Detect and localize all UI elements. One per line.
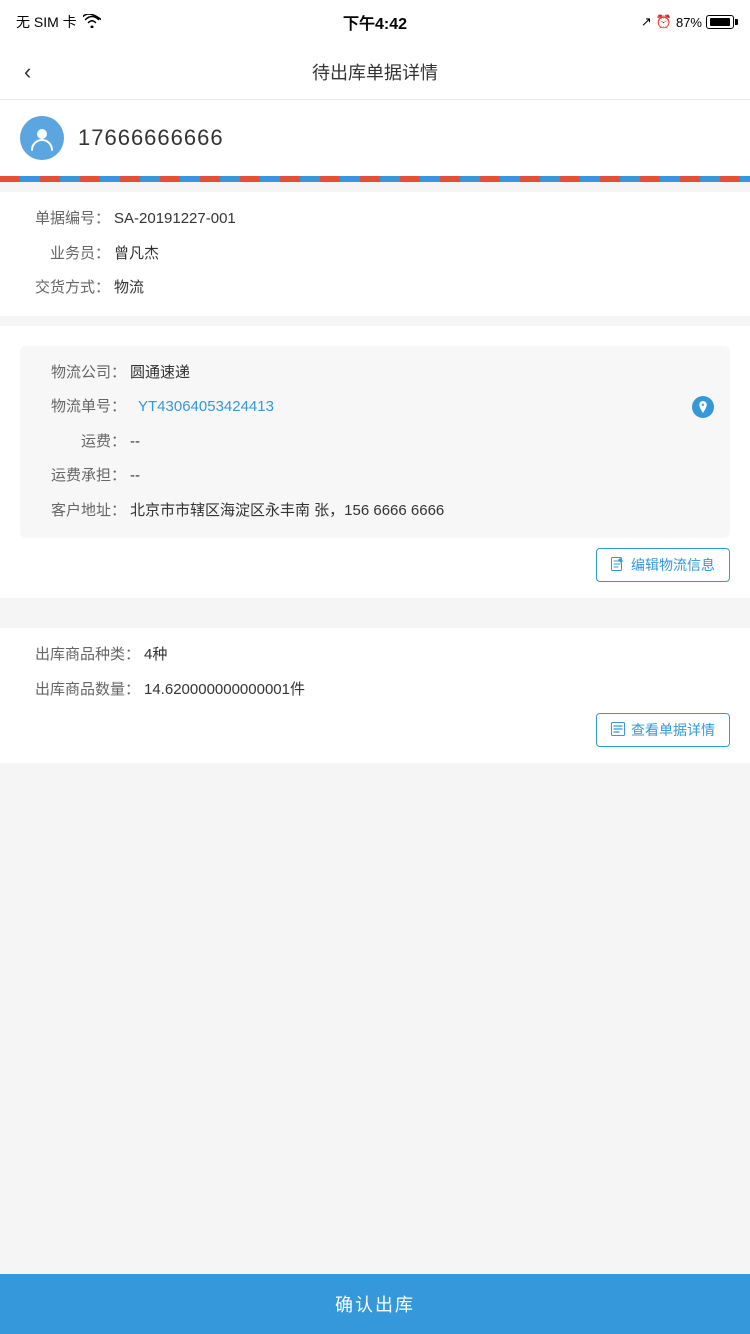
location-icon[interactable] [692, 396, 714, 418]
delivery-label: 交货方式： [20, 277, 110, 300]
order-label: 单据编号： [20, 208, 110, 231]
order-value: SA-20191227-001 [114, 208, 730, 231]
confirm-button[interactable]: 确认出库 [0, 1274, 750, 1334]
goods-type-label: 出库商品种类： [20, 644, 140, 667]
logistics-card: 物流公司： 圆通速递 物流单号： YT43064053424413 运费： --… [20, 346, 730, 539]
goods-quantity-label: 出库商品数量： [20, 679, 140, 702]
status-right: ↗ ⏰ 87% [641, 14, 734, 30]
company-row: 物流公司： 圆通速递 [36, 362, 714, 385]
battery-percent: 87% [676, 15, 702, 30]
nav-bar: ‹ 待出库单据详情 [0, 44, 750, 100]
tracking-row: 物流单号： YT43064053424413 [36, 396, 714, 419]
edit-logistics-button-wrapper: 编辑物流信息 [20, 548, 730, 582]
carrier-text: 无 SIM 卡 [16, 12, 77, 32]
page-title: 待出库单据详情 [312, 59, 438, 85]
salesman-label: 业务员： [20, 243, 110, 266]
battery-icon [706, 15, 734, 29]
freight-bearer-label: 运费承担： [36, 465, 126, 488]
edit-icon [611, 557, 625, 574]
edit-logistics-button[interactable]: 编辑物流信息 [596, 548, 730, 582]
confirm-button-label: 确认出库 [335, 1291, 415, 1317]
tracking-label: 物流单号： [36, 396, 126, 419]
freight-bearer-value: -- [130, 465, 714, 488]
salesman-value: 曾凡杰 [114, 243, 730, 266]
goods-quantity-row: 出库商品数量： 14.620000000000001件 [20, 679, 730, 702]
view-detail-button-wrapper: 查看单据详情 [20, 713, 730, 747]
freight-value: -- [130, 431, 714, 454]
status-time: 下午4:42 [343, 10, 407, 34]
edit-logistics-label: 编辑物流信息 [631, 555, 715, 575]
wifi-icon [83, 14, 101, 31]
address-value: 北京市市辖区海淀区永丰南 张，156 6666 6666 [130, 500, 714, 523]
view-detail-icon [611, 722, 625, 739]
order-row: 单据编号： SA-20191227-001 [20, 208, 730, 231]
back-button[interactable]: ‹ [16, 55, 39, 89]
dashed-divider [0, 176, 750, 182]
delivery-value: 物流 [114, 277, 730, 300]
salesman-row: 业务员： 曾凡杰 [20, 243, 730, 266]
company-label: 物流公司： [36, 362, 126, 385]
freight-row: 运费： -- [36, 431, 714, 454]
address-row: 客户地址： 北京市市辖区海淀区永丰南 张，156 6666 6666 [36, 500, 714, 523]
alarm-icon: ⏰ [656, 14, 672, 30]
basic-info-section: 单据编号： SA-20191227-001 业务员： 曾凡杰 交货方式： 物流 [0, 192, 750, 316]
freight-label: 运费： [36, 431, 126, 454]
goods-section: 出库商品种类： 4种 出库商品数量： 14.620000000000001件 查… [0, 628, 750, 763]
avatar [20, 116, 64, 160]
address-label: 客户地址： [36, 500, 126, 523]
logistics-section: 物流公司： 圆通速递 物流单号： YT43064053424413 运费： --… [0, 326, 750, 599]
tracking-value: YT43064053424413 [138, 396, 676, 419]
customer-phone: 17666666666 [78, 125, 224, 151]
delivery-row: 交货方式： 物流 [20, 277, 730, 300]
view-detail-button[interactable]: 查看单据详情 [596, 713, 730, 747]
freight-bearer-row: 运费承担： -- [36, 465, 714, 488]
customer-header: 17666666666 [0, 100, 750, 176]
view-detail-label: 查看单据详情 [631, 720, 715, 740]
goods-type-row: 出库商品种类： 4种 [20, 644, 730, 667]
gps-icon: ↗ [641, 14, 652, 30]
goods-quantity-value: 14.620000000000001件 [144, 679, 730, 702]
status-left: 无 SIM 卡 [16, 12, 101, 32]
company-value: 圆通速递 [130, 362, 714, 385]
status-bar: 无 SIM 卡 下午4:42 ↗ ⏰ 87% [0, 0, 750, 44]
section-gap [0, 608, 750, 618]
goods-type-value: 4种 [144, 644, 730, 667]
